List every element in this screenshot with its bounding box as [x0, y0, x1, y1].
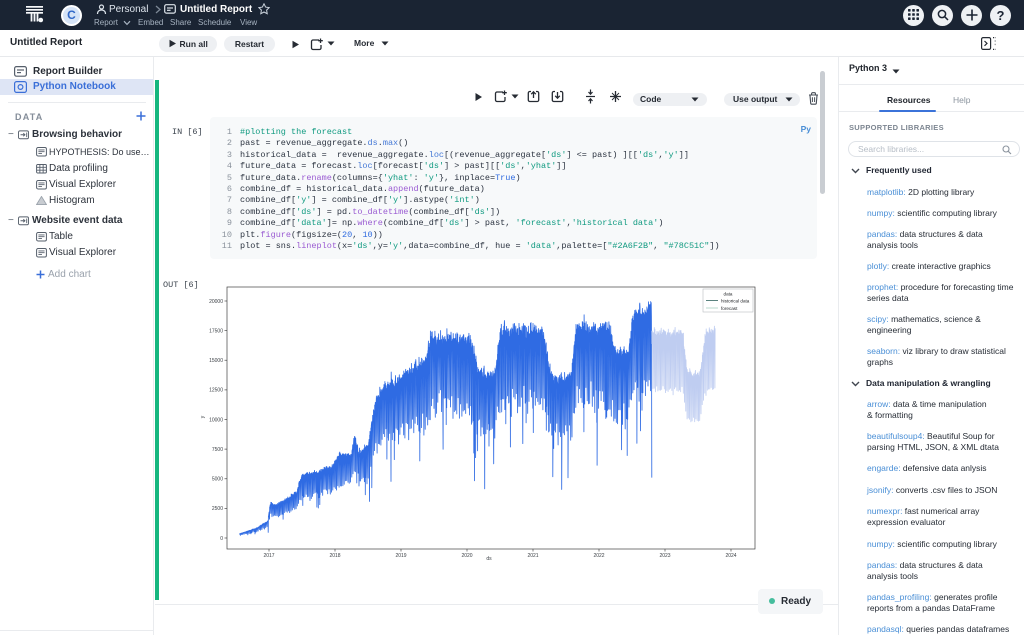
svg-text:0: 0 [220, 536, 223, 542]
svg-text:2024: 2024 [725, 553, 736, 559]
svg-text:historical data: historical data [721, 298, 750, 303]
svg-text:data: data [724, 292, 733, 297]
svg-text:20000: 20000 [209, 299, 223, 305]
svg-text:2021: 2021 [527, 553, 538, 559]
svg-text:2020: 2020 [461, 553, 472, 559]
svg-text:ds: ds [486, 556, 492, 562]
svg-text:forecast: forecast [721, 306, 738, 311]
svg-text:2019: 2019 [395, 553, 406, 559]
svg-text:y: y [200, 415, 206, 418]
svg-text:2500: 2500 [212, 506, 223, 512]
svg-text:15000: 15000 [209, 358, 223, 364]
svg-text:2023: 2023 [659, 553, 670, 559]
svg-text:2017: 2017 [263, 553, 274, 559]
svg-text:10000: 10000 [209, 417, 223, 423]
svg-text:7500: 7500 [212, 447, 223, 453]
svg-text:12500: 12500 [209, 388, 223, 394]
svg-text:2018: 2018 [329, 553, 340, 559]
svg-text:2022: 2022 [593, 553, 604, 559]
svg-text:5000: 5000 [212, 477, 223, 483]
svg-text:17500: 17500 [209, 328, 223, 334]
